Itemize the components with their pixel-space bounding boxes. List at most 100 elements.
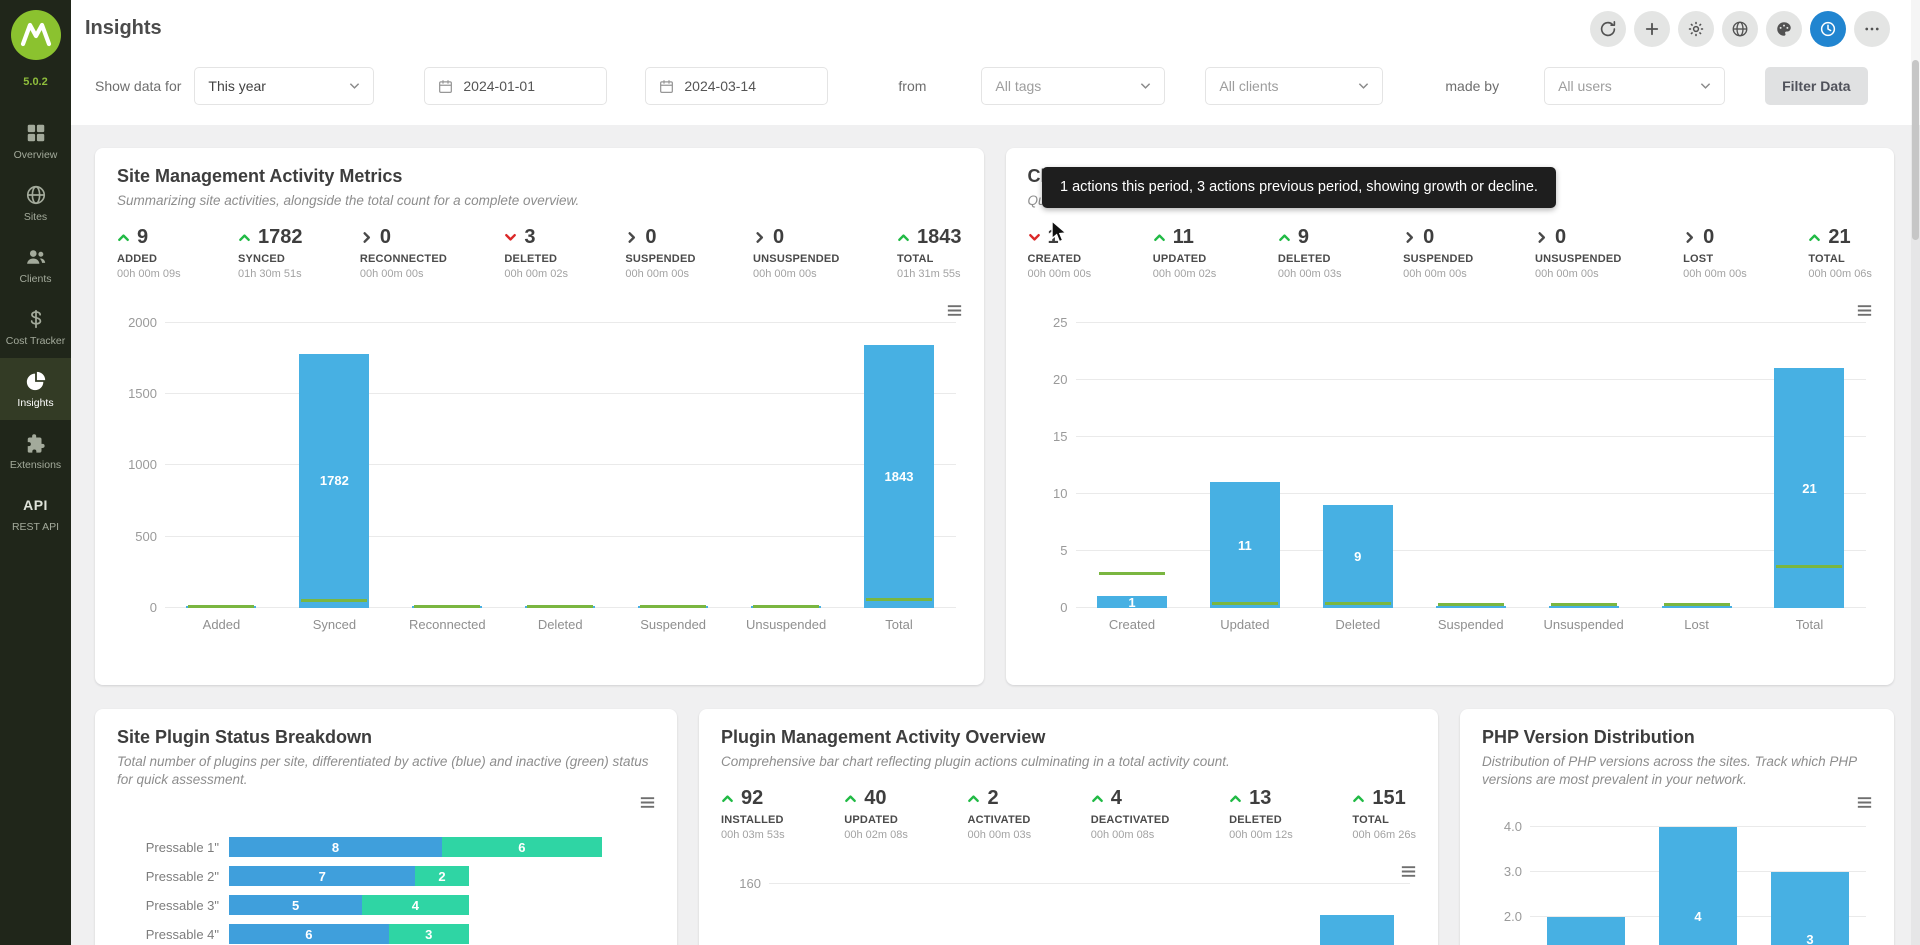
settings-button[interactable] (1678, 10, 1714, 47)
x-axis-label: Deleted (537, 616, 583, 632)
sidebar-item-label: Clients (19, 272, 52, 285)
filter-data-button[interactable]: Filter Data (1765, 67, 1868, 105)
calendar-icon (660, 79, 674, 93)
site-label: Pressable 1" (145, 839, 219, 855)
sidebar-item-extensions[interactable]: Extensions (0, 420, 71, 482)
more-button[interactable] (1854, 10, 1890, 47)
topbar: Insights (71, 0, 1920, 57)
bar-total[interactable]: 151 (1319, 915, 1394, 945)
site-activity-chart: 2000 1500 1000 500 0 Added 1782 Synced Reconnect… (117, 315, 962, 632)
active-plugins-bar[interactable]: 6 (229, 924, 389, 945)
stat-value: 92 (741, 786, 764, 809)
tags-select[interactable]: All tags (981, 67, 1166, 105)
stat-duration: 00h 00m 00s (625, 267, 689, 280)
sidebar-item-overview[interactable]: Overview (0, 110, 71, 172)
start-date-input[interactable]: 2024-01-01 (424, 67, 608, 105)
active-plugins-bar[interactable]: 8 (229, 837, 442, 858)
users-select[interactable]: All users (1544, 67, 1726, 105)
bar-lost[interactable] (1661, 606, 1732, 608)
stat-label: SUSPENDED (1403, 252, 1474, 265)
bar-value-label: 1843 (884, 469, 914, 484)
bar-series-1[interactable]: 4 (1659, 826, 1737, 945)
clients-select[interactable]: All clients (1205, 67, 1384, 105)
inactive-plugins-bar[interactable]: 6 (442, 837, 602, 858)
pie-chart-icon (25, 370, 47, 392)
chart-menu-button[interactable] (1855, 793, 1874, 812)
stat-label: ACTIVATED (967, 813, 1031, 826)
add-button[interactable] (1634, 10, 1670, 47)
stat-reconnected: 0 RECONNECTED 00h 00m 00s (360, 226, 447, 280)
chart-column: 13Deleted (1196, 884, 1303, 945)
bar-suspended[interactable] (1435, 606, 1506, 608)
start-date-value: 2024-01-01 (463, 78, 536, 94)
y-tick-label: 15 (1053, 428, 1068, 444)
page-title: Insights (85, 17, 162, 39)
language-button[interactable] (1722, 10, 1758, 47)
chart-column: 21 Total (1753, 323, 1866, 632)
y-tick-label: 4.0 (1503, 818, 1522, 834)
time-button[interactable] (1810, 10, 1846, 47)
bar-deleted[interactable]: 9 (1322, 505, 1393, 608)
sidebar-item-clients[interactable]: Clients (0, 234, 71, 296)
stat-value: 1843 (916, 225, 962, 248)
stat-label: DELETED (504, 252, 558, 265)
previous-period-marker (1550, 603, 1617, 607)
period-select[interactable]: This year (194, 67, 375, 105)
refresh-button[interactable] (1590, 10, 1626, 47)
x-axis-label: Created (1108, 616, 1156, 632)
card-subtitle: Summarizing site activities, alongside t… (117, 193, 580, 208)
users-value: All users (1558, 78, 1612, 94)
stat-value: 1 (1047, 225, 1059, 248)
inactive-plugins-bar[interactable]: 2 (415, 866, 469, 887)
stat-label: SYNCED (237, 252, 286, 265)
sidebar-item-cost-tracker[interactable]: Cost Tracker (0, 296, 71, 358)
bar-updated[interactable]: 11 (1209, 482, 1280, 608)
stats-row: 92 INSTALLED 00h 03m 53s 40 UPDATED 00h 02m 0… (721, 787, 1416, 841)
palette-icon (1775, 20, 1793, 38)
theme-button[interactable] (1766, 10, 1802, 47)
sidebar-item-label: Cost Tracker (5, 334, 66, 347)
bar-created[interactable]: 1 (1096, 595, 1167, 610)
card-plugin-activity: Plugin Management Activity Overview Comp… (699, 709, 1438, 945)
y-tick-label: 1000 (128, 457, 157, 473)
stat-label: TOTAL (896, 252, 934, 265)
site-label: Pressable 2" (145, 868, 219, 884)
bar-series-0[interactable]: 2 (1547, 916, 1625, 945)
chart-menu-button[interactable] (1399, 862, 1418, 881)
refresh-icon (1599, 20, 1617, 38)
active-plugins-bar[interactable]: 5 (229, 895, 363, 916)
chart-menu-button[interactable] (638, 793, 657, 812)
sidebar-item-rest-api[interactable]: API REST API (0, 482, 71, 544)
sidebar-item-insights[interactable]: Insights (0, 358, 71, 420)
stat-synced: 1782 SYNCED 01h 30m 51s (238, 226, 303, 280)
chart-menu-button[interactable] (945, 301, 964, 320)
stat-total: 21 TOTAL 00h 00m 06s (1808, 226, 1872, 280)
stat-duration: 00h 00m 00s (753, 267, 817, 280)
trend-up-icon (897, 231, 910, 244)
trend-up-icon (1278, 231, 1291, 244)
stat-duration: 00h 00m 03s (967, 828, 1032, 841)
inactive-plugins-bar[interactable]: 3 (388, 924, 469, 945)
bar-value-label: 1782 (319, 473, 349, 489)
inactive-plugins-bar[interactable]: 4 (362, 895, 469, 916)
chart-menu-button[interactable] (1855, 301, 1874, 320)
bar-total[interactable]: 1843 (863, 345, 934, 608)
sidebar-item-sites[interactable]: Sites (0, 172, 71, 234)
scrollbar[interactable] (1911, 0, 1920, 945)
bar-total[interactable]: 21 (1774, 368, 1845, 608)
bar-synced[interactable]: 1782 (299, 353, 370, 608)
scrollbar-thumb[interactable] (1912, 60, 1919, 240)
app-logo[interactable] (10, 9, 62, 61)
stat-label: CREATED (1027, 252, 1082, 265)
active-plugins-bar[interactable]: 7 (229, 866, 416, 887)
x-axis-label: Unsuspended (745, 616, 827, 632)
stat-deactivated: 4 DEACTIVATED 00h 00m 08s (1091, 787, 1170, 841)
bar-value-label: 6 (305, 926, 313, 942)
trend-flat-icon (360, 231, 373, 244)
previous-period-marker (1324, 601, 1391, 605)
end-date-input[interactable]: 2024-03-14 (645, 67, 829, 105)
bar-series-2[interactable]: 3 (1771, 871, 1849, 945)
bar-value-label: 11 (1238, 537, 1252, 553)
x-axis-label: Unsuspended (1543, 616, 1624, 632)
bar-unsuspended[interactable] (1548, 606, 1619, 608)
